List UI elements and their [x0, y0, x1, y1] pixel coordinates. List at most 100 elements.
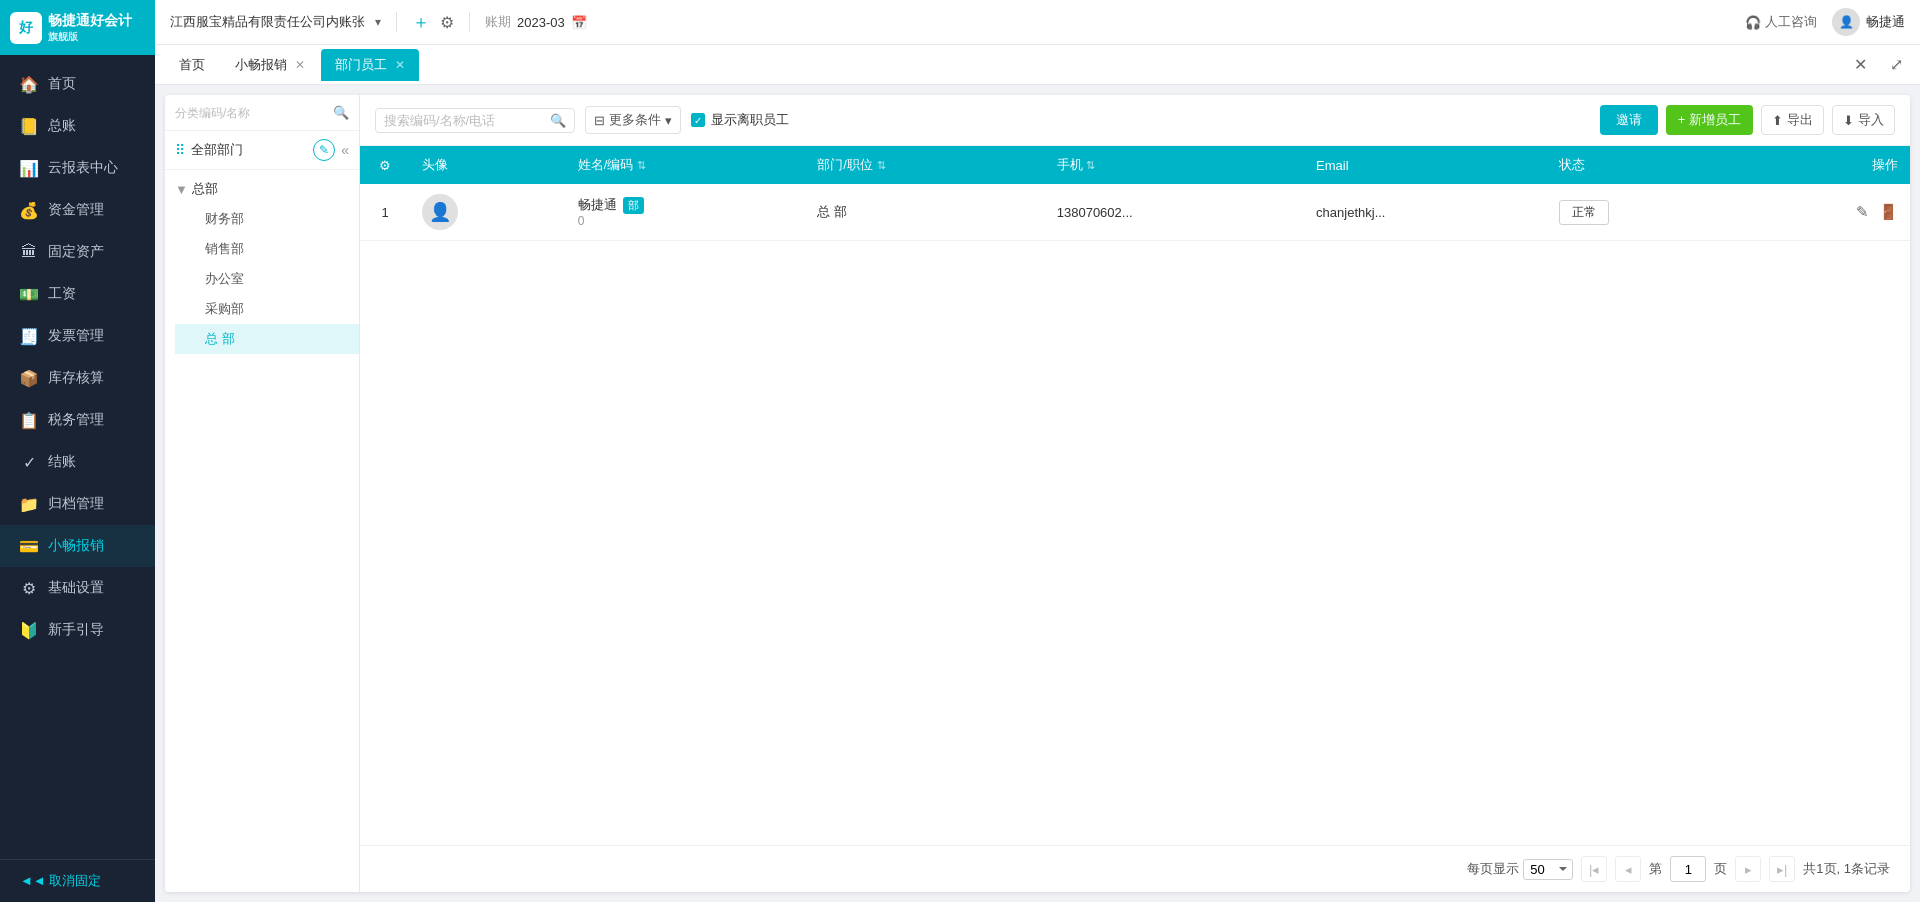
grid-icon: ⠿	[175, 142, 185, 158]
tabbar-actions: ✕ ⤢	[1846, 51, 1910, 79]
sidebar-item-tax[interactable]: 📋 税务管理	[0, 399, 155, 441]
calendar-icon[interactable]: 📅	[571, 15, 587, 30]
tab-department[interactable]: 部门员工 ✕	[321, 49, 419, 81]
tab-home-label: 首页	[179, 56, 205, 74]
row-name-cell: 畅捷通 部 0	[566, 184, 805, 241]
tab-expense-close[interactable]: ✕	[295, 59, 305, 71]
sidebar-item-expense[interactable]: 💳 小畅报销	[0, 525, 155, 567]
sort-dept-icon[interactable]: ⇅	[877, 159, 886, 171]
first-page-button[interactable]: |◂	[1581, 856, 1607, 882]
company-name[interactable]: 江西服宝精品有限责任公司内账张	[170, 13, 365, 31]
sidebar-item-home[interactable]: 🏠 首页	[0, 63, 155, 105]
show-resigned-toggle[interactable]: ✓ 显示离职员工	[691, 111, 789, 129]
add-employee-button[interactable]: + 新增员工	[1666, 105, 1753, 135]
sidebar-item-invoice[interactable]: 🧾 发票管理	[0, 315, 155, 357]
sidebar-item-settings[interactable]: ⚙ 基础设置	[0, 567, 155, 609]
sidebar-item-label: 新手引导	[48, 621, 104, 639]
tab-department-close[interactable]: ✕	[395, 59, 405, 71]
period-label: 账期	[485, 13, 511, 31]
add-company-button[interactable]: ＋	[412, 13, 430, 31]
row-email: chanjethkj...	[1304, 184, 1546, 241]
chevron-down-icon: ▾	[665, 113, 672, 128]
tax-icon: 📋	[20, 411, 38, 429]
search-icon[interactable]: 🔍	[550, 113, 566, 128]
sort-name-icon[interactable]: ⇅	[637, 159, 646, 171]
tab-home[interactable]: 首页	[165, 49, 219, 81]
row-actions-cell: ✎ 🚪	[1739, 184, 1910, 241]
th-actions: 操作	[1739, 146, 1910, 184]
sidebar-item-payroll[interactable]: 💵 工资	[0, 273, 155, 315]
sidebar-item-label: 资金管理	[48, 201, 104, 219]
unpin-button[interactable]: ◄◄ 取消固定	[0, 859, 155, 902]
sort-phone-icon[interactable]: ⇅	[1086, 159, 1095, 171]
sidebar-item-checkout[interactable]: ✓ 结账	[0, 441, 155, 483]
sidebar-item-label: 发票管理	[48, 327, 104, 345]
company-dropdown-icon[interactable]: ▾	[375, 15, 381, 29]
th-name: 姓名/编码 ⇅	[566, 146, 805, 184]
next-page-button[interactable]: ▸	[1735, 856, 1761, 882]
th-settings[interactable]: ⚙	[360, 146, 410, 184]
employee-table: ⚙ 头像 姓名/编码 ⇅ 部门/职位 ⇅	[360, 146, 1910, 241]
prev-page-button[interactable]: ◂	[1615, 856, 1641, 882]
search-icon[interactable]: 🔍	[333, 105, 349, 120]
chevron-down-icon: ▼	[175, 182, 188, 197]
sidebar-item-inventory[interactable]: 📦 库存核算	[0, 357, 155, 399]
maximize-tab-button[interactable]: ⤢	[1882, 51, 1910, 79]
import-icon: ⬇	[1843, 113, 1854, 128]
emp-name-block: 畅捷通 部	[578, 196, 793, 214]
collapse-icon[interactable]: «	[341, 142, 349, 158]
sidebar-item-label: 库存核算	[48, 369, 104, 387]
dept-group-total: ▼ 总部	[165, 174, 359, 204]
sidebar-item-fixed-assets[interactable]: 🏛 固定资产	[0, 231, 155, 273]
tab-expense[interactable]: 小畅报销 ✕	[221, 49, 319, 81]
sidebar-item-funds[interactable]: 💰 资金管理	[0, 189, 155, 231]
settings-icon[interactable]: ⚙	[440, 13, 454, 32]
username: 畅捷通	[1866, 13, 1905, 31]
page-input[interactable]	[1670, 856, 1706, 882]
row-actions: ✎ 🚪	[1751, 203, 1898, 221]
filter-icon: ⊟	[594, 113, 605, 128]
sidebar-item-label: 归档管理	[48, 495, 104, 513]
emp-search-input[interactable]	[384, 113, 544, 128]
import-button[interactable]: ⬇ 导入	[1832, 105, 1895, 135]
dept-tree: ▼ 总部 财务部 销售部 办公室 采购部	[165, 170, 359, 892]
dept-item-sales[interactable]: 销售部	[175, 234, 359, 264]
per-page-label: 每页显示	[1467, 860, 1519, 878]
edit-employee-button[interactable]: ✎	[1856, 203, 1869, 221]
dept-item-purchase[interactable]: 采购部	[175, 294, 359, 324]
close-tab-button[interactable]: ✕	[1846, 51, 1874, 79]
support-button[interactable]: 🎧 人工咨询	[1745, 13, 1817, 31]
dept-item-finance[interactable]: 财务部	[175, 204, 359, 234]
per-page-select[interactable]: 50 10 20 100	[1523, 859, 1573, 880]
sidebar-item-label: 小畅报销	[48, 537, 104, 555]
sidebar-item-ledger[interactable]: 📒 总账	[0, 105, 155, 147]
sidebar-item-label: 云报表中心	[48, 159, 118, 177]
sidebar-item-reports[interactable]: 📊 云报表中心	[0, 147, 155, 189]
dept-tree-header: ⠿ 全部部门 ✎ «	[165, 131, 359, 170]
dept-header-actions: ✎ «	[313, 139, 349, 161]
filter-button[interactable]: ⊟ 更多条件 ▾	[585, 106, 681, 134]
sidebar-item-label: 首页	[48, 75, 76, 93]
sidebar-item-archive[interactable]: 📁 归档管理	[0, 483, 155, 525]
invoice-icon: 🧾	[20, 327, 38, 345]
content-area: 🔍 ⠿ 全部部门 ✎ « ▼ 总部 财务部	[165, 95, 1910, 892]
total-records: 共1页, 1条记录	[1803, 860, 1890, 878]
archive-icon: 📁	[20, 495, 38, 513]
emp-code: 0	[578, 214, 793, 228]
dept-search-input[interactable]	[175, 106, 327, 120]
export-button[interactable]: ⬆ 导出	[1761, 105, 1824, 135]
sidebar-item-guide[interactable]: 🔰 新手引导	[0, 609, 155, 651]
avatar: 👤	[1832, 8, 1860, 36]
user-info[interactable]: 👤 畅捷通	[1832, 8, 1905, 36]
inventory-icon: 📦	[20, 369, 38, 387]
dept-item-general[interactable]: 总 部	[175, 324, 359, 354]
last-page-button[interactable]: ▸|	[1769, 856, 1795, 882]
row-dept: 总 部	[805, 184, 1044, 241]
invite-button[interactable]: 邀请	[1600, 105, 1658, 135]
tabbar: 首页 小畅报销 ✕ 部门员工 ✕ ✕ ⤢	[155, 45, 1920, 85]
topbar-right: 🎧 人工咨询 👤 畅捷通	[1745, 8, 1905, 36]
delete-employee-button[interactable]: 🚪	[1879, 203, 1898, 221]
page-label: 第	[1649, 860, 1662, 878]
dept-item-office[interactable]: 办公室	[175, 264, 359, 294]
edit-dept-button[interactable]: ✎	[313, 139, 335, 161]
